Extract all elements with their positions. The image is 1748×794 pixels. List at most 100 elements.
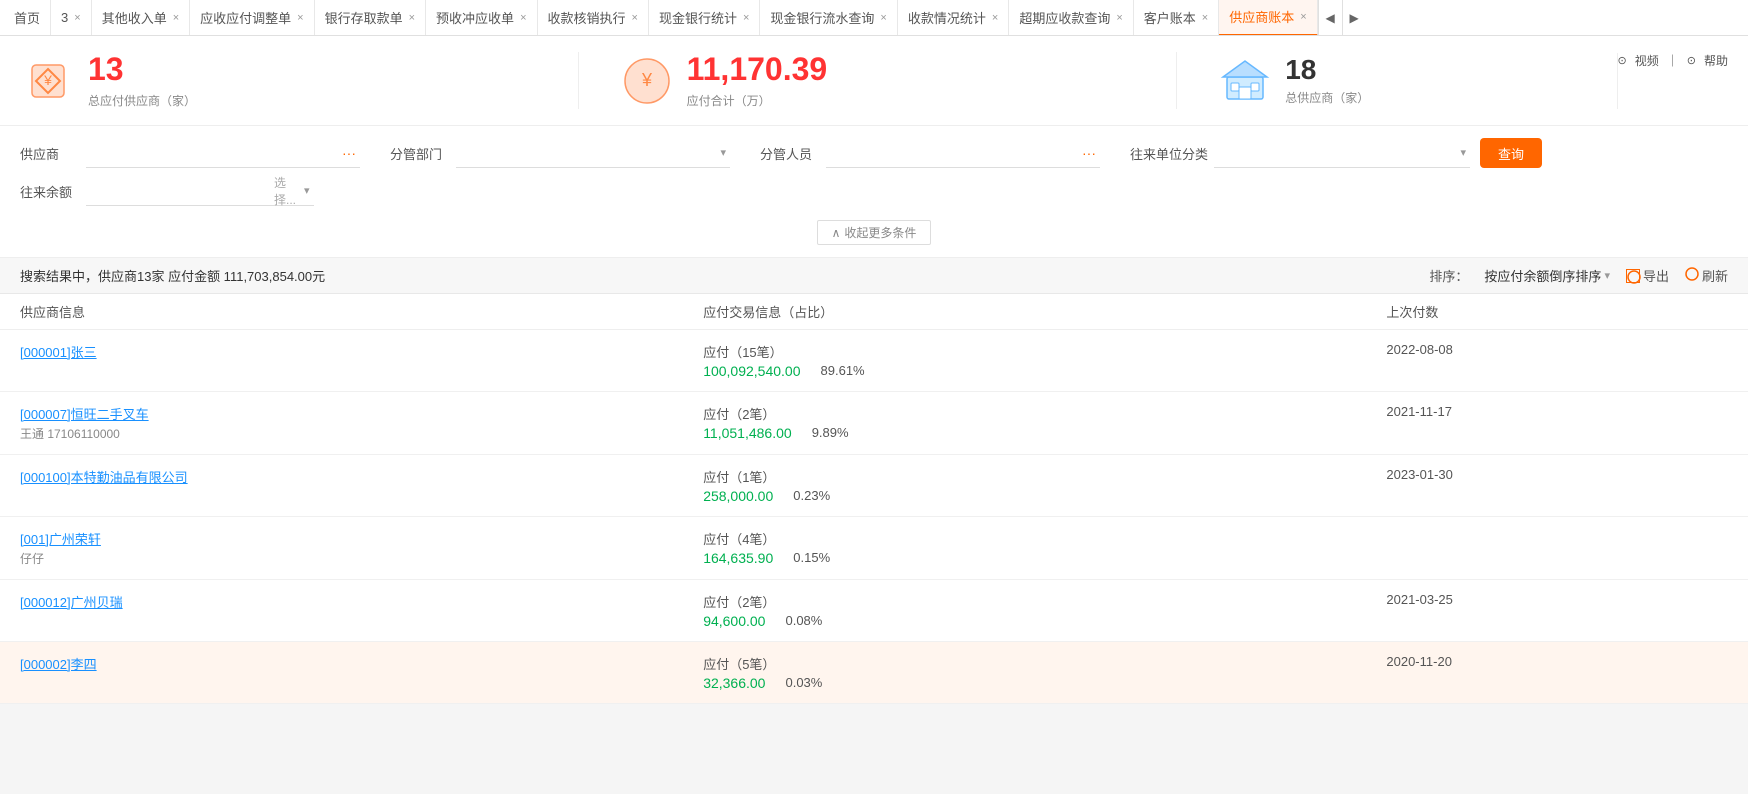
table-row: [000100]本特勤油品有限公司 应付（1笔） 258,000.00 0.23… bbox=[0, 455, 1748, 517]
top-navigation: 首页 3 × 其他收入单 × 应收应付调整单 × 银行存取款单 × 预收冲应收单… bbox=[0, 0, 1748, 36]
supplier-dots[interactable]: ··· bbox=[338, 145, 360, 161]
nav-tab-3[interactable]: 3 × bbox=[51, 0, 92, 36]
tx-amount-3: 258,000.00 bbox=[703, 488, 773, 504]
close-cash-flow-query[interactable]: × bbox=[880, 12, 886, 24]
nav-tab-ar-ap-adj[interactable]: 应收应付调整单 × bbox=[190, 0, 314, 36]
filter-area: 供应商 ··· 分管部门 ▾ 分管人员 ··· 往来单位分 bbox=[0, 126, 1748, 258]
nav-prev-button[interactable]: ◀ bbox=[1318, 0, 1342, 36]
help-link[interactable]: 帮助 bbox=[1704, 52, 1728, 69]
export-button[interactable]: 导出 bbox=[1626, 266, 1669, 285]
stat-total-suppliers: 18 总供应商（家） bbox=[1177, 53, 1617, 109]
table-row: [000007]恒旺二手叉车 王通 17106110000 应付（2笔） 11,… bbox=[0, 392, 1748, 455]
refresh-button[interactable]: 刷新 bbox=[1685, 266, 1728, 285]
stat-payable-suppliers: ¥ 13 总应付供应商（家） bbox=[20, 52, 579, 108]
table-row: [000012]广州贝瑞 应付（2笔） 94,600.00 0.08% 2021… bbox=[0, 580, 1748, 642]
last-pay-cell-2: 2021-11-17 bbox=[1386, 404, 1728, 419]
svg-text:¥: ¥ bbox=[641, 70, 653, 90]
supplier-sub-4: 仔仔 bbox=[20, 550, 703, 567]
last-pay-3: 2023-01-30 bbox=[1386, 467, 1453, 482]
nav-tab-bank-deposit[interactable]: 银行存取款单 × bbox=[315, 0, 426, 36]
sort-select[interactable]: 按应付余额倒序排序 ▾ bbox=[1484, 266, 1610, 285]
refresh-radio bbox=[1685, 267, 1699, 284]
nav-tab-customer-ledger[interactable]: 客户账本 × bbox=[1134, 0, 1219, 36]
nav-tab-receipt-verify[interactable]: 收款核销执行 × bbox=[538, 0, 649, 36]
nav-tab-home-label: 首页 bbox=[14, 8, 40, 27]
balance-select-wrap: 选择... ▾ bbox=[86, 176, 314, 206]
close-bank-deposit[interactable]: × bbox=[409, 12, 415, 24]
diamond-icon: ¥ bbox=[20, 53, 76, 109]
balance-placeholder: 选择... bbox=[270, 174, 300, 208]
nav-tab-supplier-ledger[interactable]: 供应商账本 × bbox=[1219, 0, 1317, 36]
close-other-income[interactable]: × bbox=[173, 12, 179, 24]
collapse-bar: ∧ 收起更多条件 bbox=[20, 214, 1728, 249]
total-suppliers-info: 18 总供应商（家） bbox=[1285, 55, 1369, 107]
table-row: [000002]李四 应付（5笔） 32,366.00 0.03% 2020-1… bbox=[0, 642, 1748, 704]
nav-tab-prepay-ar[interactable]: 预收冲应收单 × bbox=[426, 0, 537, 36]
export-label: 导出 bbox=[1643, 266, 1669, 285]
close-customer-ledger[interactable]: × bbox=[1202, 12, 1208, 24]
nav-tab-cash-bank-stat[interactable]: 现金银行统计 × bbox=[649, 0, 760, 36]
nav-tab-3-label: 3 bbox=[61, 10, 68, 25]
last-pay-cell-3: 2023-01-30 bbox=[1386, 467, 1728, 482]
close-ar-ap-adj[interactable]: × bbox=[297, 12, 303, 24]
nav-next-button[interactable]: ▶ bbox=[1342, 0, 1366, 36]
refresh-label: 刷新 bbox=[1702, 266, 1728, 285]
person-input-wrap: ··· bbox=[826, 138, 1100, 168]
supplier-cell-1: [000001]张三 bbox=[20, 342, 703, 361]
close-receipt-verify[interactable]: × bbox=[632, 12, 638, 24]
supplier-cell-2: [000007]恒旺二手叉车 王通 17106110000 bbox=[20, 404, 703, 442]
close-receipt-stat[interactable]: × bbox=[992, 12, 998, 24]
payable-suppliers-info: 13 总应付供应商（家） bbox=[88, 52, 196, 108]
nav-tab-receipt-stat[interactable]: 收款情况统计 × bbox=[898, 0, 1009, 36]
data-table: 供应商信息 应付交易信息（占比） 上次付数 [000001]张三 应付（15笔）… bbox=[0, 294, 1748, 704]
tx-label-4: 应付（4笔） bbox=[703, 529, 1386, 548]
close-overdue-ar[interactable]: × bbox=[1116, 12, 1122, 24]
nav-tab-home[interactable]: 首页 bbox=[4, 0, 51, 36]
person-label: 分管人员 bbox=[760, 144, 820, 163]
result-actions: 排序： 按应付余额倒序排序 ▾ 导出 刷新 bbox=[1429, 266, 1728, 285]
dept-chevron[interactable]: ▾ bbox=[716, 146, 730, 159]
last-pay-5: 2021-03-25 bbox=[1386, 592, 1453, 607]
balance-chevron[interactable]: ▾ bbox=[300, 184, 314, 197]
nav-tab-cash-flow-query[interactable]: 现金银行流水查询 × bbox=[760, 0, 897, 36]
supplier-name-4[interactable]: [001]广州荣轩 bbox=[20, 529, 703, 548]
search-button[interactable]: 查询 bbox=[1480, 138, 1542, 168]
result-info: 搜索结果中，供应商13家 应付金额 111,703,854.00元 bbox=[20, 266, 325, 285]
top-right-links: ⊙ 视频 ｜ ⊙ 帮助 bbox=[1618, 46, 1728, 69]
payable-suppliers-number: 13 bbox=[88, 52, 196, 87]
supplier-input[interactable] bbox=[86, 138, 338, 168]
supplier-name-6[interactable]: [000002]李四 bbox=[20, 654, 703, 673]
nav-tab-other-income-label: 其他收入单 bbox=[102, 8, 167, 27]
supplier-input-wrap: ··· bbox=[86, 138, 360, 168]
nav-tab-cash-bank-stat-label: 现金银行统计 bbox=[659, 8, 737, 27]
close-supplier-ledger[interactable]: × bbox=[1300, 11, 1306, 23]
nav-tab-3-close[interactable]: × bbox=[74, 12, 80, 24]
filter-supplier: 供应商 ··· bbox=[20, 138, 360, 168]
video-link[interactable]: 视频 bbox=[1635, 52, 1659, 69]
supplier-name-1[interactable]: [000001]张三 bbox=[20, 342, 703, 361]
supplier-sub-2: 王通 17106110000 bbox=[20, 425, 703, 442]
collapse-button[interactable]: ∧ 收起更多条件 bbox=[817, 220, 932, 245]
category-input[interactable] bbox=[1214, 138, 1456, 168]
tx-percent-1: 89.61% bbox=[821, 363, 865, 378]
person-dots[interactable]: ··· bbox=[1078, 145, 1100, 161]
last-pay-6: 2020-11-20 bbox=[1386, 654, 1452, 669]
nav-tab-overdue-ar[interactable]: 超期应收款查询 × bbox=[1009, 0, 1133, 36]
supplier-cell-5: [000012]广州贝瑞 bbox=[20, 592, 703, 611]
supplier-name-5[interactable]: [000012]广州贝瑞 bbox=[20, 592, 703, 611]
close-prepay-ar[interactable]: × bbox=[520, 12, 526, 24]
dept-input[interactable] bbox=[456, 138, 716, 168]
supplier-name-2[interactable]: [000007]恒旺二手叉车 bbox=[20, 404, 703, 423]
last-pay-cell-5: 2021-03-25 bbox=[1386, 592, 1728, 607]
nav-tab-other-income[interactable]: 其他收入单 × bbox=[92, 0, 190, 36]
table-row: [000001]张三 应付（15笔） 100,092,540.00 89.61%… bbox=[0, 330, 1748, 392]
nav-tab-prepay-ar-label: 预收冲应收单 bbox=[436, 8, 514, 27]
supplier-cell-3: [000100]本特勤油品有限公司 bbox=[20, 467, 703, 486]
supplier-name-3[interactable]: [000100]本特勤油品有限公司 bbox=[20, 467, 703, 486]
close-cash-bank-stat[interactable]: × bbox=[743, 12, 749, 24]
collapse-label: 收起更多条件 bbox=[844, 224, 916, 241]
nav-tab-overdue-ar-label: 超期应收款查询 bbox=[1019, 8, 1110, 27]
person-input[interactable] bbox=[826, 138, 1078, 168]
category-chevron[interactable]: ▾ bbox=[1456, 146, 1470, 159]
balance-input[interactable] bbox=[86, 176, 270, 206]
